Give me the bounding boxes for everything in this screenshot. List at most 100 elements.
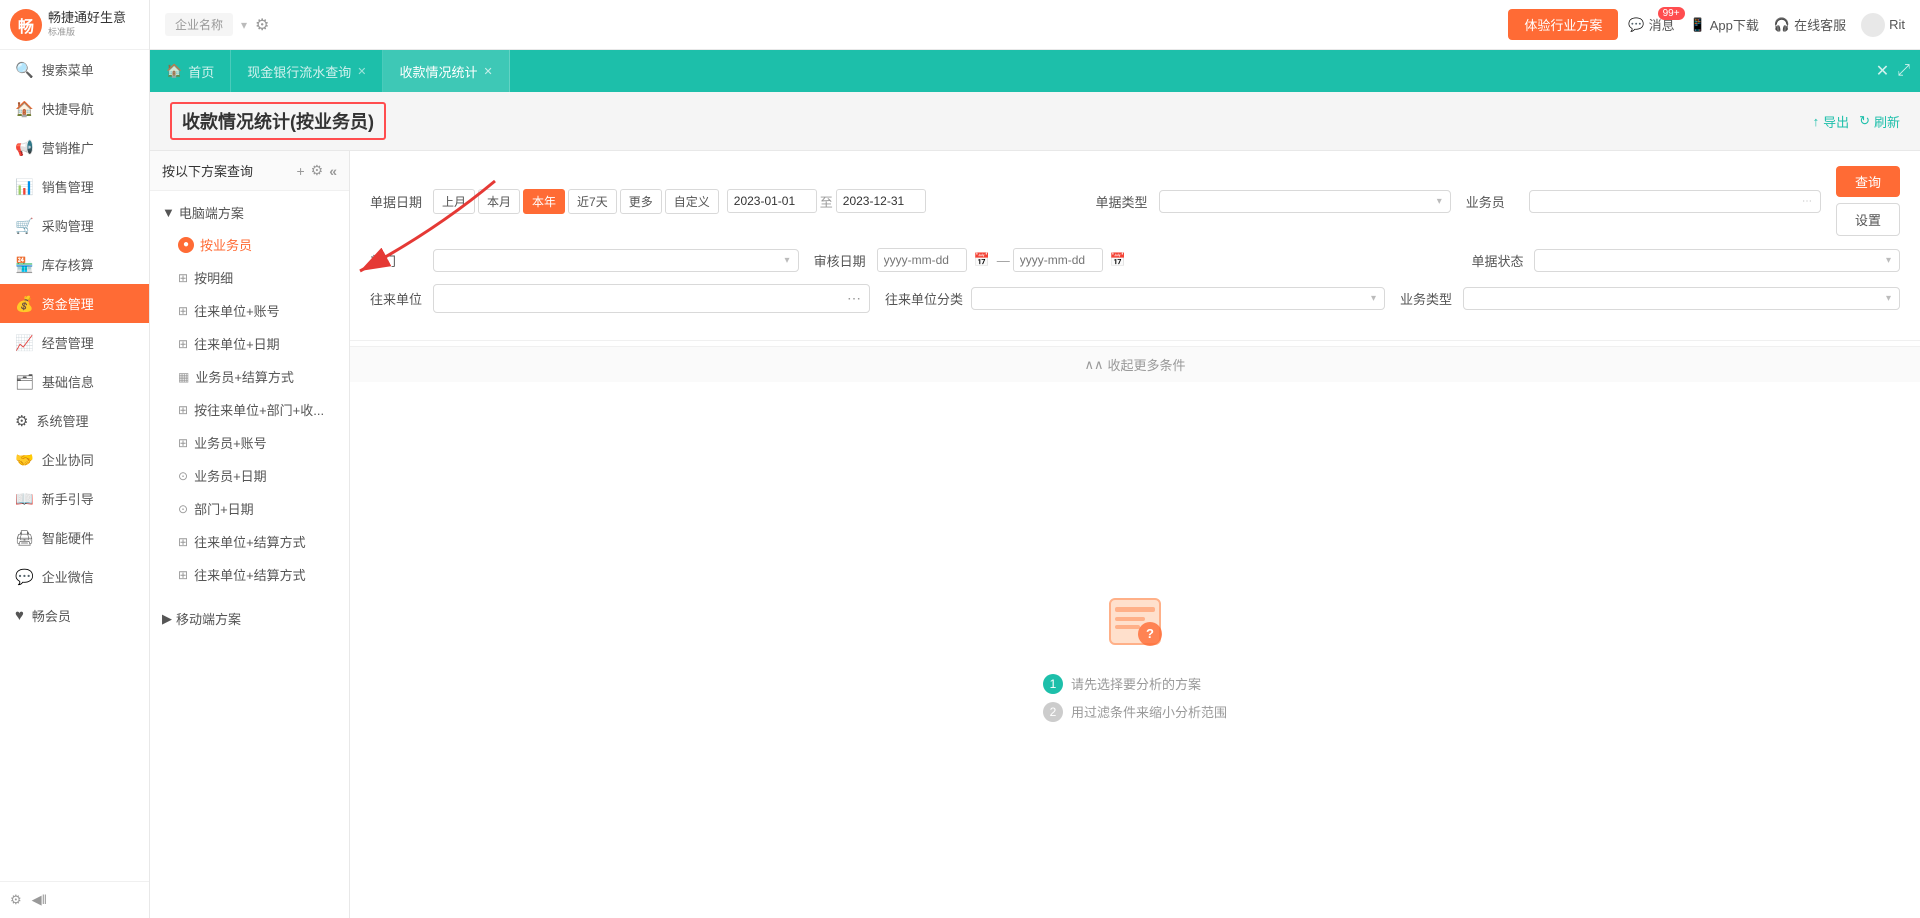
sidebar-item-hardware[interactable]: 🖨 智能硬件 <box>0 518 149 557</box>
collapse-conditions-button[interactable]: ∧∧ 收起更多条件 <box>350 346 1920 382</box>
from-unit-class-field: 往来单位分类 ▾ <box>885 287 1385 310</box>
biz-type-arrow: ▾ <box>1886 293 1891 304</box>
sidebar-item-finance[interactable]: 💰 资金管理 <box>0 284 149 323</box>
date-tab-lastmonth[interactable]: 上月 <box>433 189 475 214</box>
staff-select[interactable]: ⋯ <box>1529 190 1821 213</box>
mobile-group-header[interactable]: ▶ 移动端方案 <box>150 603 349 634</box>
from-unit-select[interactable]: ⋯ <box>433 284 870 313</box>
topbar: 企业名称 ▾ ⚙ 体验行业方案 💬 消息 99+ 📱 App下载 🎧 在线客服 … <box>150 0 1920 50</box>
group-expand-icon: ▼ <box>162 205 175 220</box>
company-icon: 🤝 <box>15 451 34 469</box>
mobile-group-expand-icon: ▶ <box>162 611 172 627</box>
dept-select[interactable]: ▾ <box>433 249 799 272</box>
sidebar-item-company[interactable]: 🤝 企业协同 <box>0 440 149 479</box>
audit-date-wrap: 📅 — 📅 <box>877 248 1130 272</box>
tab-receivables-close[interactable]: ✕ <box>483 65 492 78</box>
tab-cashflow-close[interactable]: ✕ <box>357 65 366 78</box>
page-header: 收款情况统计(按业务员) ↑ 导出 ↻ 刷新 <box>150 92 1920 151</box>
scheme-item-unit-dept[interactable]: ⊞ 按往来单位+部门+收... <box>150 393 349 426</box>
scheme-item-unit-date[interactable]: ⊞ 往来单位+日期 <box>150 327 349 360</box>
sales-icon: 📊 <box>15 178 34 196</box>
date-tab-custom[interactable]: 自定义 <box>665 189 719 214</box>
logo-icon: 畅 <box>10 9 42 41</box>
sidebar-item-wechat[interactable]: 💬 企业微信 <box>0 557 149 596</box>
scheme-settings-button[interactable]: ⚙ <box>311 162 324 179</box>
sidebar-item-sales[interactable]: 📊 销售管理 <box>0 167 149 206</box>
user-avatar <box>1861 13 1885 37</box>
tab-receivables[interactable]: 收款情况统计 ✕ <box>383 50 509 92</box>
operations-icon: 📈 <box>15 334 34 352</box>
refresh-button[interactable]: ↻ 刷新 <box>1859 112 1900 131</box>
app-icon: 📱 <box>1690 17 1706 33</box>
right-panel: 单据日期 上月 本月 本年 近7天 更多 自定义 至 <box>350 151 1920 918</box>
message-badge: 99+ <box>1658 7 1685 20</box>
scheme-item-dept-date[interactable]: ⊙ 部门+日期 <box>150 492 349 525</box>
staff-field: 业务员 ⋯ <box>1466 190 1821 213</box>
collapse-icon: ∧∧ <box>1084 357 1103 373</box>
scheme-item-unit-settle2[interactable]: ⊞ 往来单位+结算方式 <box>150 558 349 591</box>
date-from-input[interactable] <box>727 189 817 213</box>
audit-date-to[interactable] <box>1013 248 1103 272</box>
date-tab-thismonth[interactable]: 本月 <box>478 189 520 214</box>
form-settings-button[interactable]: 设置 <box>1836 203 1900 236</box>
from-unit-more[interactable]: ⋯ <box>847 290 861 307</box>
sidebar-item-guide[interactable]: 📖 新手引导 <box>0 479 149 518</box>
app-download-button[interactable]: 📱 App下载 <box>1690 15 1759 34</box>
desktop-group-header[interactable]: ▼ 电脑端方案 <box>150 197 349 228</box>
panel-header: 按以下方案查询 + ⚙ « <box>150 151 349 191</box>
from-unit-class-select[interactable]: ▾ <box>971 287 1385 310</box>
doc-type-select[interactable]: ▾ <box>1159 190 1451 213</box>
page-actions: ↑ 导出 ↻ 刷新 <box>1813 112 1900 131</box>
topbar-settings-icon[interactable]: ⚙ <box>255 15 269 35</box>
desktop-scheme-group: ▼ 电脑端方案 ● 按业务员 ⊞ 按明细 ⊞ 往来单位+账号 <box>150 191 349 597</box>
date-tab-more[interactable]: 更多 <box>620 189 662 214</box>
sidebar-item-inventory[interactable]: 🏪 库存核算 <box>0 245 149 284</box>
sidebar-bottom: ⚙ ◀‖ <box>0 881 149 918</box>
date-to-input[interactable] <box>836 189 926 213</box>
active-indicator: ● <box>178 237 194 253</box>
from-unit-class-label: 往来单位分类 <box>885 289 963 308</box>
sidebar-item-system[interactable]: ⚙ 系统管理 <box>0 401 149 440</box>
scheme-item-staff-settle[interactable]: ▦ 业务员+结算方式 <box>150 360 349 393</box>
sidebar-nav: 🔍 搜索菜单 🏠 快捷导航 📢 营销推广 📊 销售管理 🛒 采购管理 🏪 库存核… <box>0 50 149 881</box>
scheme-item-unit-account[interactable]: ⊞ 往来单位+账号 <box>150 294 349 327</box>
sidebar-item-operations[interactable]: 📈 经营管理 <box>0 323 149 362</box>
biz-type-select[interactable]: ▾ <box>1463 287 1900 310</box>
sidebar-item-search[interactable]: 🔍 搜索菜单 <box>0 50 149 89</box>
audit-date-from[interactable] <box>877 248 967 272</box>
date-tab-thisyear[interactable]: 本年 <box>523 189 565 214</box>
date-tab-7days[interactable]: 近7天 <box>568 189 617 214</box>
scheme-item-staff-account[interactable]: ⊞ 业务员+账号 <box>150 426 349 459</box>
user-menu[interactable]: Rit <box>1861 13 1905 37</box>
sidebar-item-marketing[interactable]: 📢 营销推广 <box>0 128 149 167</box>
breadcrumb-arrow: ▾ <box>241 18 247 32</box>
message-button[interactable]: 💬 消息 99+ <box>1628 15 1674 34</box>
scheme-staff-settle-icon: ▦ <box>178 370 189 384</box>
trial-button[interactable]: 体验行业方案 <box>1508 9 1618 40</box>
query-button[interactable]: 查询 <box>1836 166 1900 197</box>
scheme-item-detail[interactable]: ⊞ 按明细 <box>150 261 349 294</box>
scheme-item-staff-date[interactable]: ⊙ 业务员+日期 <box>150 459 349 492</box>
scheme-staff-account-icon: ⊞ <box>178 436 188 450</box>
add-scheme-button[interactable]: + <box>296 163 304 179</box>
hardware-icon: 🖨 <box>15 529 34 547</box>
sidebar-item-quicknav[interactable]: 🏠 快捷导航 <box>0 89 149 128</box>
breadcrumb: 企业名称 <box>165 13 233 36</box>
sidebar-item-purchase[interactable]: 🛒 采购管理 <box>0 206 149 245</box>
sidebar-item-base[interactable]: 🗂 基础信息 <box>0 362 149 401</box>
scheme-item-staff[interactable]: ● 按业务员 <box>150 228 349 261</box>
sidebar-bottom-settings[interactable]: ⚙ <box>10 892 22 908</box>
online-service-button[interactable]: 🎧 在线客服 <box>1774 15 1846 34</box>
audit-date-label: 审核日期 <box>814 251 869 270</box>
doc-status-select[interactable]: ▾ <box>1534 249 1900 272</box>
search-icon: 🔍 <box>15 61 34 79</box>
sidebar-bottom-collapse[interactable]: ◀‖ <box>32 892 47 908</box>
tab-maximize[interactable]: ⤢ <box>1897 62 1910 80</box>
tab-close-all[interactable]: ✕ <box>1876 61 1889 81</box>
scheme-item-unit-settle1[interactable]: ⊞ 往来单位+结算方式 <box>150 525 349 558</box>
tab-home[interactable]: 🏠 首页 <box>150 50 231 92</box>
sidebar-item-vip[interactable]: ♥ 畅会员 <box>0 596 149 635</box>
tab-cashflow[interactable]: 现金银行流水查询 ✕ <box>231 50 383 92</box>
panel-collapse-button[interactable]: « <box>329 163 337 179</box>
export-button[interactable]: ↑ 导出 <box>1813 112 1850 131</box>
